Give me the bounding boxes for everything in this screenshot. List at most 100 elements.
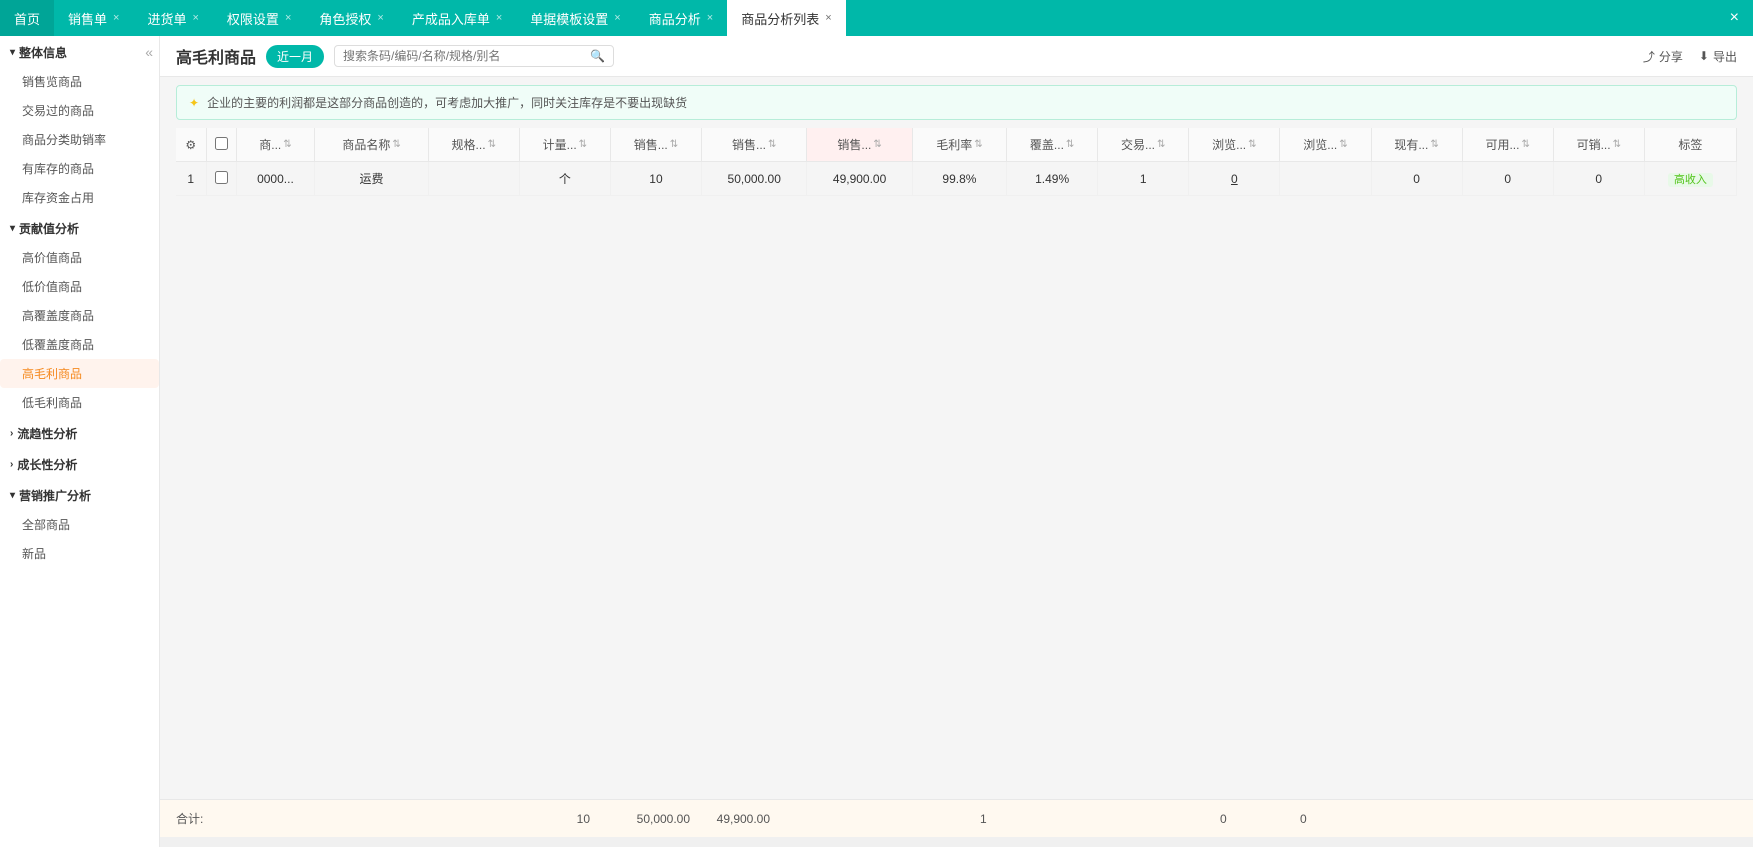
close-analysis-list-tab[interactable]: × [825, 12, 831, 24]
sort-stock-sell-icon: ⇅ [1613, 139, 1621, 150]
cell-code[interactable]: 0000... [236, 162, 315, 196]
col-sales-cost[interactable]: 销售... ⇅ [807, 128, 912, 162]
cell-name[interactable]: 运费 [315, 162, 428, 196]
sidebar-item-high-coverage[interactable]: 高覆盖度商品 [0, 301, 159, 330]
main-layout: « ▾ 整体信息 销售览商品 交易过的商品 商品分类助销率 有库存的商品 库存资… [0, 36, 1753, 847]
footer-placeholder6 [863, 812, 943, 826]
nav-global-close[interactable]: × [1716, 9, 1753, 27]
footer-stock-avail: 0 [1263, 812, 1343, 826]
sort-stock-avail-icon: ⇅ [1521, 139, 1529, 150]
col-checkbox [206, 128, 236, 162]
header-actions: ⤴ 分享 ⬇ 导出 [1643, 48, 1737, 65]
sidebar-item-high-margin[interactable]: 高毛利商品 [0, 359, 159, 388]
sidebar-item-high-value[interactable]: 高价值商品 [0, 243, 159, 272]
sidebar-item-low-coverage[interactable]: 低覆盖度商品 [0, 330, 159, 359]
export-button[interactable]: ⬇ 导出 [1699, 48, 1737, 65]
cell-num: 1 [176, 162, 206, 196]
sidebar-group-trend[interactable]: › 流趋性分析 [0, 417, 159, 448]
nav-analysis-list[interactable]: 商品分析列表 × [727, 0, 845, 36]
close-product-stock-tab[interactable]: × [496, 12, 502, 24]
footer-sales-qty: 10 [543, 812, 623, 826]
sort-stock-actual-icon: ⇅ [1430, 139, 1438, 150]
footer-sales-amt: 50,000.00 [623, 812, 703, 826]
sidebar-item-stock-capital[interactable]: 库存资金占用 [0, 183, 159, 212]
sort-name-icon: ⇅ [392, 139, 400, 150]
col-stock-avail[interactable]: 可用... ⇅ [1462, 128, 1553, 162]
gear-icon: ⚙ [185, 138, 196, 152]
sidebar-item-in-stock[interactable]: 有库存的商品 [0, 154, 159, 183]
search-icon[interactable]: 🔍 [590, 49, 605, 63]
cell-sales-qty: 10 [610, 162, 701, 196]
search-input[interactable] [343, 49, 586, 63]
select-all-checkbox[interactable] [215, 137, 228, 150]
nav-role[interactable]: 角色授权 × [305, 0, 397, 36]
share-icon: ⤴ [1643, 48, 1655, 65]
col-code[interactable]: 商... ⇅ [236, 128, 315, 162]
col-name[interactable]: 商品名称 ⇅ [315, 128, 428, 162]
sort-code-icon: ⇅ [283, 139, 291, 150]
col-stock-actual[interactable]: 现有... ⇅ [1371, 128, 1462, 162]
col-stock-sell[interactable]: 可销... ⇅ [1553, 128, 1644, 162]
nav-home[interactable]: 首页 [0, 0, 54, 36]
sidebar-item-traded-goods[interactable]: 交易过的商品 [0, 96, 159, 125]
sidebar-item-sales-goods[interactable]: 销售览商品 [0, 67, 159, 96]
cell-stock-sell: 0 [1553, 162, 1644, 196]
group-arrow-marketing: ▾ [10, 490, 15, 501]
sort-coverage-icon: ⇅ [1066, 139, 1074, 150]
col-transactions[interactable]: 交易... ⇅ [1098, 128, 1189, 162]
sidebar-group-contribution[interactable]: ▾ 贡献值分析 [0, 212, 159, 243]
share-button[interactable]: ⤴ 分享 [1643, 48, 1683, 65]
export-icon: ⬇ [1699, 49, 1709, 63]
sort-sales-qty-icon: ⇅ [670, 139, 678, 150]
footer-placeholder5 [783, 812, 863, 826]
sidebar-group-growth[interactable]: › 成长性分析 [0, 448, 159, 479]
sidebar-group-marketing[interactable]: ▾ 营销推广分析 [0, 479, 159, 510]
sort-sales-cost-icon: ⇅ [873, 139, 881, 150]
col-browse2[interactable]: 浏览... ⇅ [1280, 128, 1371, 162]
data-table-container[interactable]: ⚙ 商... ⇅ 商品名称 [176, 128, 1737, 799]
sidebar-group-overview[interactable]: ▾ 整体信息 [0, 36, 159, 67]
sidebar-item-low-margin[interactable]: 低毛利商品 [0, 388, 159, 417]
footer-cells: 10 50,000.00 49,900.00 1 0 0 [223, 812, 1343, 826]
table-header-row: ⚙ 商... ⇅ 商品名称 [176, 128, 1737, 162]
col-unit[interactable]: 计量... ⇅ [519, 128, 610, 162]
col-gear[interactable]: ⚙ [176, 128, 206, 162]
col-sales-amt[interactable]: 销售... ⇅ [702, 128, 807, 162]
col-spec[interactable]: 规格... ⇅ [428, 128, 519, 162]
bottom-scrollbar[interactable] [160, 837, 1753, 847]
sidebar-item-new-goods[interactable]: 新品 [0, 539, 159, 568]
close-sales-tab[interactable]: × [113, 12, 119, 24]
col-sales-qty[interactable]: 销售... ⇅ [610, 128, 701, 162]
cell-browse1[interactable]: 0 [1189, 162, 1280, 196]
col-gross-rate[interactable]: 毛利率 ⇅ [912, 128, 1006, 162]
filter-recent-month[interactable]: 近一月 [266, 45, 324, 68]
nav-analysis[interactable]: 商品分析 × [635, 0, 727, 36]
sidebar: « ▾ 整体信息 销售览商品 交易过的商品 商品分类助销率 有库存的商品 库存资… [0, 36, 160, 847]
sort-transactions-icon: ⇅ [1157, 139, 1165, 150]
nav-template[interactable]: 单据模板设置 × [516, 0, 634, 36]
sidebar-item-category-rate[interactable]: 商品分类助销率 [0, 125, 159, 154]
col-coverage[interactable]: 覆盖... ⇅ [1007, 128, 1098, 162]
close-role-tab[interactable]: × [377, 12, 383, 24]
close-permission-tab[interactable]: × [285, 12, 291, 24]
nav-product-stock[interactable]: 产成品入库单 × [398, 0, 516, 36]
sidebar-collapse-btn[interactable]: « [145, 44, 153, 60]
close-purchase-tab[interactable]: × [192, 12, 198, 24]
col-browse1[interactable]: 浏览... ⇅ [1189, 128, 1280, 162]
cell-sales-amt: 50,000.00 [702, 162, 807, 196]
nav-permission[interactable]: 权限设置 × [213, 0, 305, 36]
footer-transactions: 1 [943, 812, 1023, 826]
sidebar-item-all-goods[interactable]: 全部商品 [0, 510, 159, 539]
nav-sales[interactable]: 销售单 × [54, 0, 133, 36]
sidebar-item-low-value[interactable]: 低价值商品 [0, 272, 159, 301]
close-analysis-tab[interactable]: × [707, 12, 713, 24]
cell-sales-cost: 49,900.00 [807, 162, 912, 196]
top-nav: 首页 销售单 × 进货单 × 权限设置 × 角色授权 × 产成品入库单 × 单据… [0, 0, 1753, 36]
footer-cell-placeholder3 [383, 812, 463, 826]
row-checkbox[interactable] [215, 171, 228, 184]
close-template-tab[interactable]: × [614, 12, 620, 24]
footer-stock-actual: 0 [1183, 812, 1263, 826]
nav-purchase[interactable]: 进货单 × [133, 0, 212, 36]
table-row: 1 0000... 运费 [176, 162, 1737, 196]
footer-placeholder7 [1023, 812, 1103, 826]
